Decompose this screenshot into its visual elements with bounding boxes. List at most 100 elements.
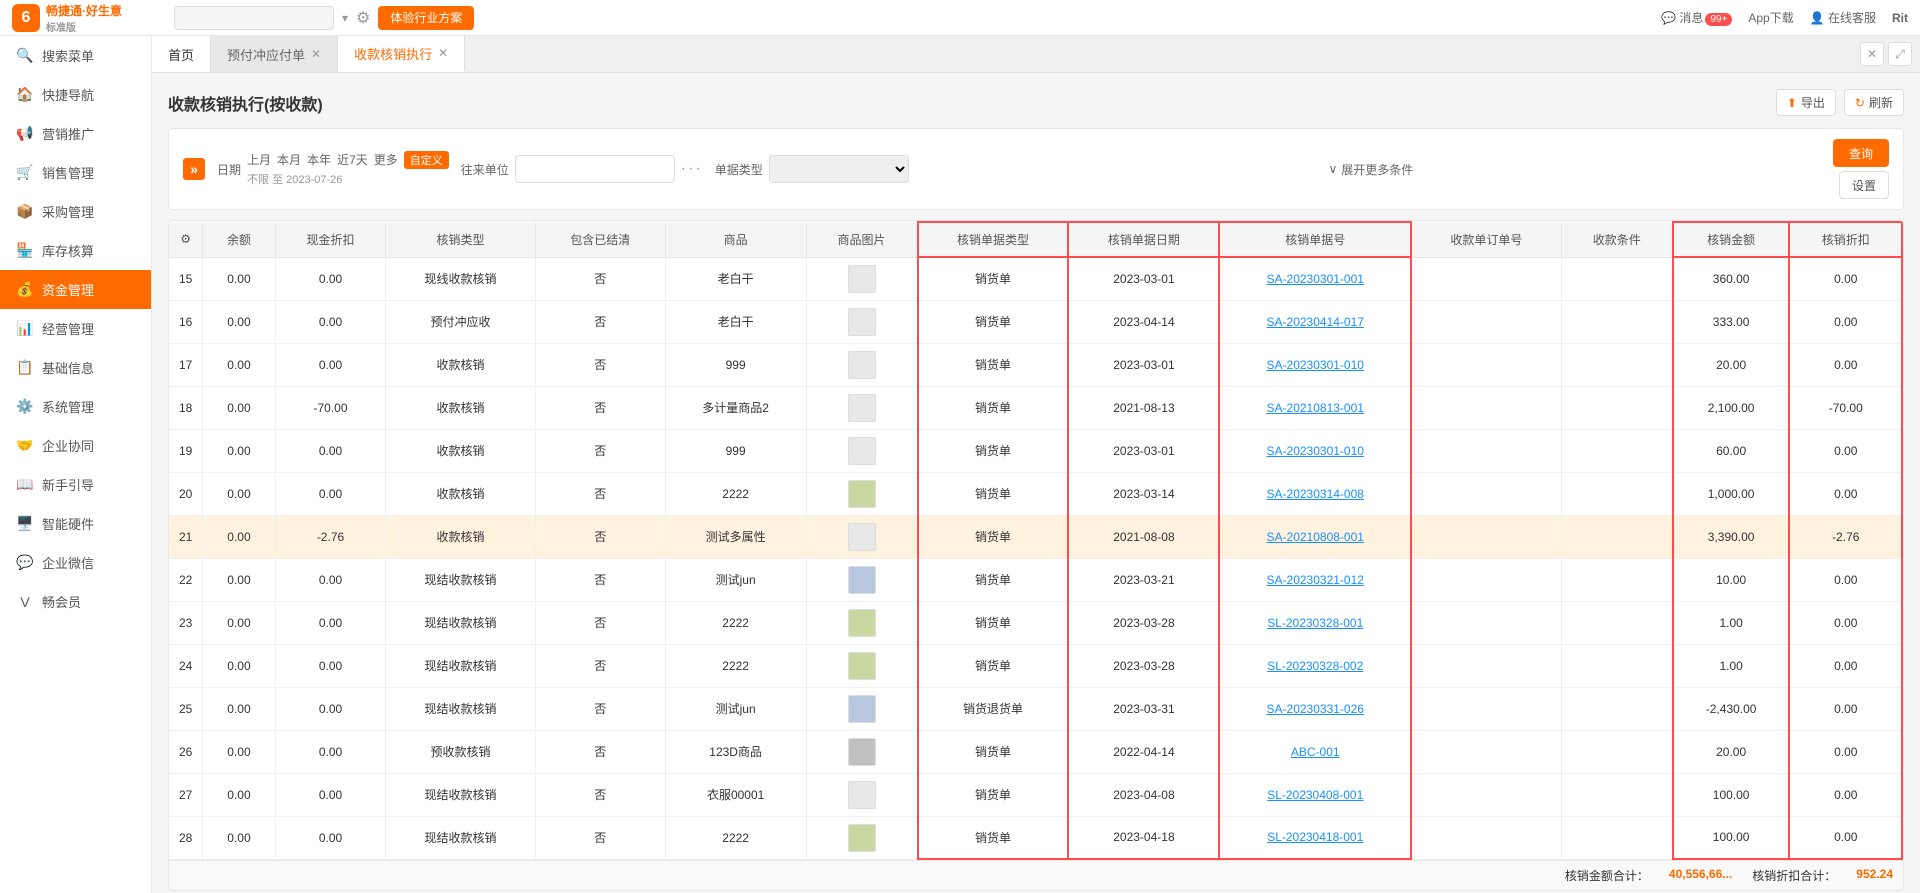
partner-dots[interactable]: ··· xyxy=(681,160,703,178)
filter-expand-button[interactable]: » xyxy=(183,158,205,180)
cell-doc-no[interactable]: SL-20230328-001 xyxy=(1219,601,1411,644)
cell-writeoff-amount: 100.00 xyxy=(1673,773,1790,816)
doc-no-link[interactable]: SL-20230328-002 xyxy=(1267,659,1363,673)
user-name[interactable]: Rit xyxy=(1892,11,1908,25)
date-last-month[interactable]: 上月 xyxy=(247,151,271,169)
settings-icon[interactable]: ⚙ xyxy=(356,8,370,28)
sidebar-item-search-menu[interactable]: 🔍 搜索菜单 xyxy=(0,36,151,75)
cell-writeoff-amount: 1.00 xyxy=(1673,601,1790,644)
refresh-button[interactable]: ↻ 刷新 xyxy=(1844,89,1904,116)
sidebar-item-inventory[interactable]: 🏪 库存核算 xyxy=(0,231,151,270)
th-settings[interactable]: ⚙ xyxy=(169,222,203,257)
doc-no-link[interactable]: SA-20230301-001 xyxy=(1267,272,1364,286)
cell-doc-no[interactable]: SL-20230408-001 xyxy=(1219,773,1411,816)
cell-id: 16 xyxy=(169,300,203,343)
cell-doc-date: 2021-08-13 xyxy=(1068,386,1219,429)
doc-no-link[interactable]: SA-20210813-001 xyxy=(1267,401,1364,415)
cell-doc-type: 销货单 xyxy=(918,601,1069,644)
cell-include-settled: 否 xyxy=(535,472,665,515)
cell-doc-no[interactable]: SL-20230328-002 xyxy=(1219,644,1411,687)
expand-conditions-btn[interactable]: ∨ 展开更多条件 xyxy=(1328,161,1413,178)
tab-close-btn[interactable]: ✕ xyxy=(1860,42,1884,66)
sidebar-item-basic[interactable]: 📋 基础信息 xyxy=(0,348,151,387)
cell-doc-no[interactable]: SA-20230331-026 xyxy=(1219,687,1411,730)
app-version: 标准版 xyxy=(46,19,122,34)
doc-no-link[interactable]: ABC-001 xyxy=(1291,745,1340,759)
doc-no-link[interactable]: SL-20230328-001 xyxy=(1267,616,1363,630)
doc-no-link[interactable]: SA-20210808-001 xyxy=(1267,530,1364,544)
date-range: 不限 至 2023-07-26 xyxy=(247,171,449,187)
cell-doc-no[interactable]: SL-20230418-001 xyxy=(1219,816,1411,859)
tab-fullscreen-btn[interactable]: ⤢ xyxy=(1888,42,1912,66)
sidebar-label-inventory: 库存核算 xyxy=(42,241,94,260)
cell-doc-no[interactable]: SA-20230321-012 xyxy=(1219,558,1411,601)
date-this-year[interactable]: 本年 xyxy=(307,151,331,169)
cell-doc-no[interactable]: SA-20210813-001 xyxy=(1219,386,1411,429)
doc-type-select[interactable] xyxy=(769,155,909,183)
cell-doc-type: 销货单 xyxy=(918,773,1069,816)
dropdown-icon[interactable]: ▾ xyxy=(342,11,348,25)
partner-input[interactable] xyxy=(515,155,675,183)
cell-doc-no[interactable]: ABC-001 xyxy=(1219,730,1411,773)
sidebar-item-vip[interactable]: V 畅会员 xyxy=(0,582,151,621)
cell-doc-no[interactable]: SA-20230314-008 xyxy=(1219,472,1411,515)
cell-goods: 测试多属性 xyxy=(665,515,806,558)
online-service[interactable]: 👤 在线客服 xyxy=(1810,9,1876,26)
cell-doc-date: 2023-03-28 xyxy=(1068,644,1219,687)
sidebar-item-hardware[interactable]: 🖥️ 智能硬件 xyxy=(0,504,151,543)
query-button[interactable]: 查询 xyxy=(1833,139,1889,167)
sidebar-item-sales[interactable]: 🛒 销售管理 xyxy=(0,153,151,192)
export-button[interactable]: ⬆ 导出 xyxy=(1776,89,1836,116)
doc-no-link[interactable]: SA-20230321-012 xyxy=(1267,573,1364,587)
doc-no-link[interactable]: SA-20230301-010 xyxy=(1267,444,1364,458)
cell-writeoff-type: 预收款核销 xyxy=(386,730,535,773)
tab-writeoff[interactable]: 收款核销执行 ✕ xyxy=(338,36,465,72)
sidebar-item-management[interactable]: 📊 经营管理 xyxy=(0,309,151,348)
tab-advance-close[interactable]: ✕ xyxy=(311,47,321,61)
date-custom[interactable]: 自定义 xyxy=(404,151,449,169)
cell-id: 19 xyxy=(169,429,203,472)
cell-doc-no[interactable]: SA-20230414-017 xyxy=(1219,300,1411,343)
doc-type-filter-group: 单据类型 xyxy=(715,155,909,183)
cell-receipt-no xyxy=(1411,515,1561,558)
sidebar-item-marketing[interactable]: 📢 营销推广 xyxy=(0,114,151,153)
notifications[interactable]: 💬 消息99+ xyxy=(1661,9,1732,26)
cell-goods-image xyxy=(806,257,918,300)
cell-doc-no[interactable]: SA-20210808-001 xyxy=(1219,515,1411,558)
sidebar-item-purchase[interactable]: 📦 采购管理 xyxy=(0,192,151,231)
cell-writeoff-amount: 20.00 xyxy=(1673,343,1790,386)
cell-goods-image xyxy=(806,773,918,816)
cell-writeoff-amount: 360.00 xyxy=(1673,257,1790,300)
trial-button[interactable]: 体验行业方案 xyxy=(378,6,474,30)
sidebar-item-guide[interactable]: 📖 新手引导 xyxy=(0,465,151,504)
sidebar-item-enterprise[interactable]: 🤝 企业协同 xyxy=(0,426,151,465)
doc-no-link[interactable]: SA-20230331-026 xyxy=(1267,702,1364,716)
cell-doc-no[interactable]: SA-20230301-010 xyxy=(1219,429,1411,472)
cell-doc-no[interactable]: SA-20230301-001 xyxy=(1219,257,1411,300)
cell-goods-image xyxy=(806,472,918,515)
cell-doc-no[interactable]: SA-20230301-010 xyxy=(1219,343,1411,386)
date-this-month[interactable]: 本月 xyxy=(277,151,301,169)
top-search-input[interactable] xyxy=(174,6,334,30)
doc-no-link[interactable]: SA-20230414-017 xyxy=(1267,315,1364,329)
cell-receipt-terms xyxy=(1561,601,1673,644)
setting-button[interactable]: 设置 xyxy=(1839,171,1889,199)
th-writeoff-amount: 核销金额 xyxy=(1673,222,1790,257)
sidebar-item-finance[interactable]: 💰 资金管理 xyxy=(0,270,151,309)
doc-no-link[interactable]: SL-20230418-001 xyxy=(1267,830,1363,844)
sidebar-item-wechat[interactable]: 💬 企业微信 xyxy=(0,543,151,582)
doc-no-link[interactable]: SL-20230408-001 xyxy=(1267,788,1363,802)
sidebar-label-hardware: 智能硬件 xyxy=(42,514,94,533)
tab-advance[interactable]: 预付冲应付单 ✕ xyxy=(211,36,338,72)
tab-writeoff-close[interactable]: ✕ xyxy=(438,46,448,60)
sidebar-label-sales: 销售管理 xyxy=(42,163,94,182)
cell-receipt-no xyxy=(1411,687,1561,730)
app-download[interactable]: App下载 xyxy=(1748,9,1793,26)
date-7-days[interactable]: 近7天 xyxy=(337,151,368,169)
doc-no-link[interactable]: SA-20230301-010 xyxy=(1267,358,1364,372)
sidebar-item-quick-nav[interactable]: 🏠 快捷导航 xyxy=(0,75,151,114)
tab-home[interactable]: 首页 xyxy=(152,36,211,72)
doc-no-link[interactable]: SA-20230314-008 xyxy=(1267,487,1364,501)
date-more[interactable]: 更多 xyxy=(374,151,398,169)
sidebar-item-system[interactable]: ⚙️ 系统管理 xyxy=(0,387,151,426)
